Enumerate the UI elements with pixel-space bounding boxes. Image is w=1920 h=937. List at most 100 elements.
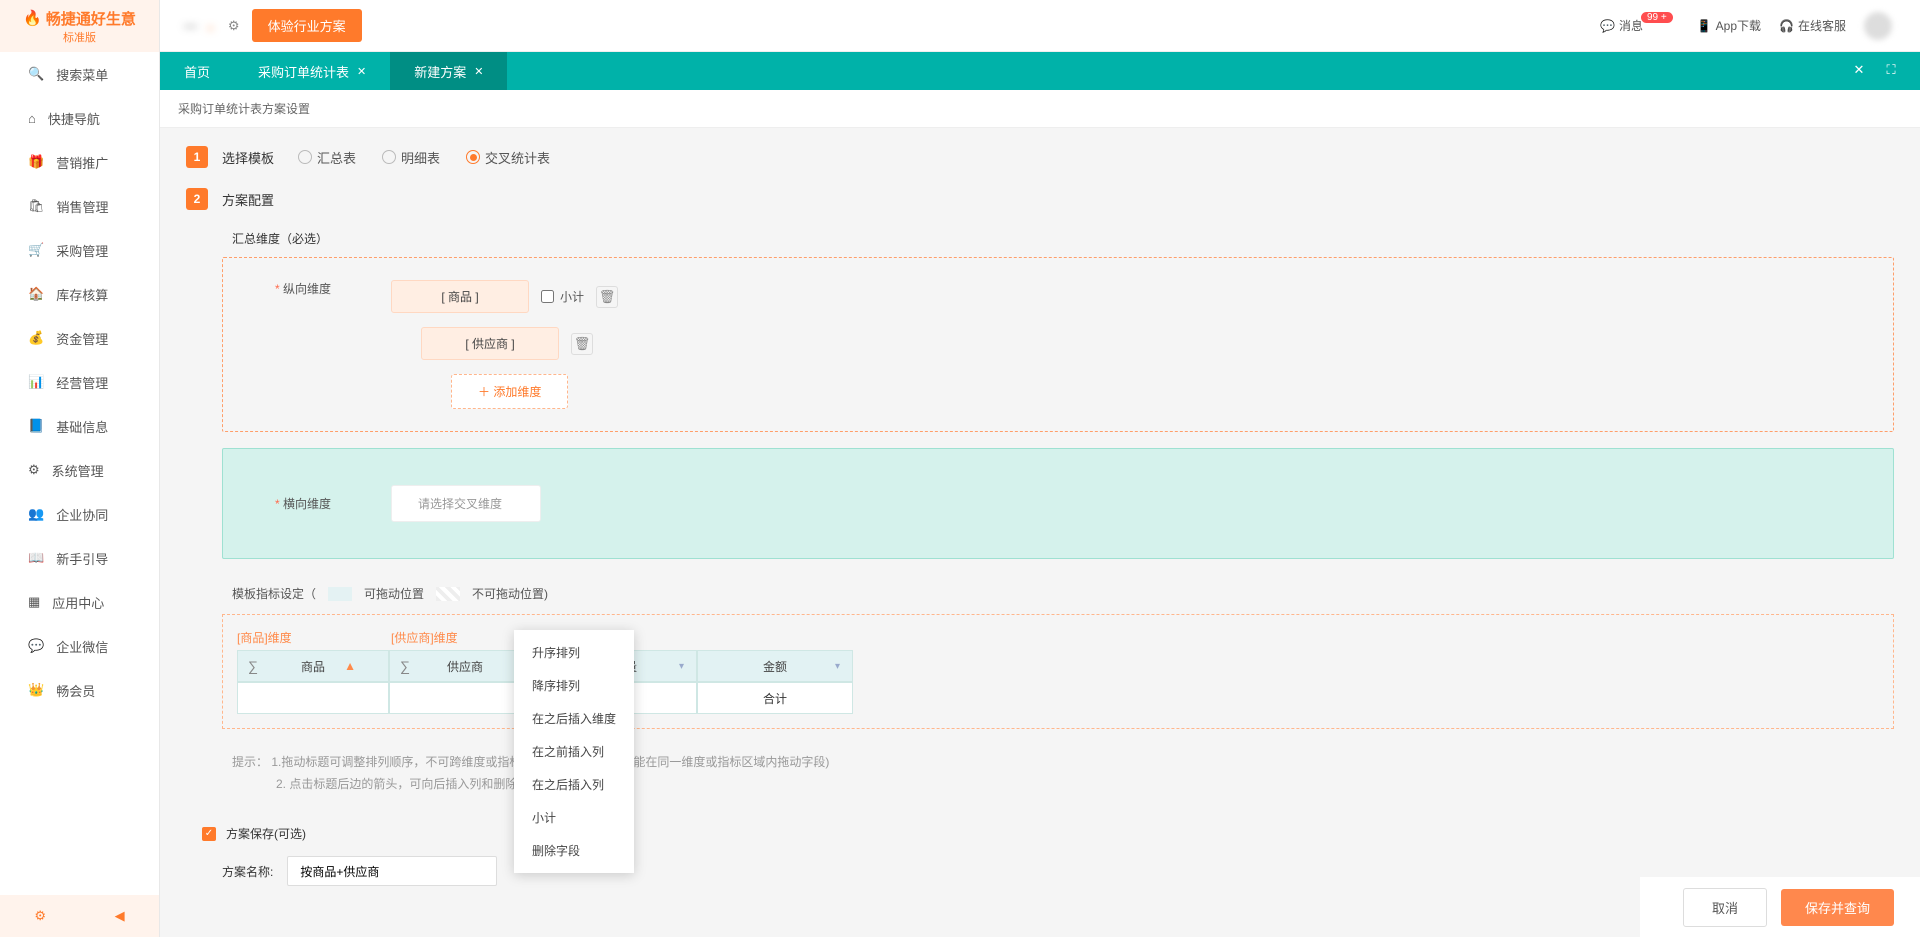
sidebar-item-7[interactable]: 📊经营管理	[0, 360, 159, 404]
sidebar-item-8[interactable]: 📘基础信息	[0, 404, 159, 448]
context-item-0[interactable]: 升序排列	[514, 636, 634, 669]
sidebar-item-12[interactable]: ▦应用中心	[0, 580, 159, 624]
fullscreen-icon[interactable]: ⛶	[1876, 55, 1906, 85]
search-icon: 🔍	[28, 66, 44, 82]
step-2-badge: 2	[186, 188, 208, 210]
horizontal-dimension-box: 横向维度 请选择交叉维度	[222, 448, 1894, 559]
sidebar-item-4[interactable]: 🛒采购管理	[0, 228, 159, 272]
legend: 模板指标设定（ 可拖动位置 不可拖动位置)	[232, 585, 1894, 602]
sidebar-item-14[interactable]: 👑畅会员	[0, 668, 159, 712]
app-download-link[interactable]: 📱App下载	[1697, 17, 1761, 34]
sidebar-item-label: 销售管理	[57, 197, 109, 216]
sidebar-item-6[interactable]: 💰资金管理	[0, 316, 159, 360]
dim-node-product[interactable]: [ 商品 ]	[391, 280, 529, 313]
cs-label: 在线客服	[1798, 17, 1846, 34]
sidebar-item-label: 搜索菜单	[56, 65, 108, 84]
brand-name: 畅捷通好生意	[46, 8, 136, 29]
sidebar-item-11[interactable]: 📖新手引导	[0, 536, 159, 580]
context-item-5[interactable]: 小计	[514, 801, 634, 834]
brand-edition: 标准版	[63, 29, 96, 45]
customer-service-link[interactable]: 🎧 在线客服	[1779, 17, 1846, 34]
close-icon[interactable]: ✕	[474, 65, 483, 78]
sidebar-item-label: 系统管理	[52, 461, 104, 480]
gear-icon[interactable]: ⚙	[228, 18, 240, 34]
subtotal-input[interactable]	[541, 290, 554, 303]
tab-1[interactable]: 采购订单统计表✕	[234, 52, 390, 90]
headset-icon: 🎧	[1779, 19, 1794, 33]
sidebar-item-10[interactable]: 👥企业协同	[0, 492, 159, 536]
summary-dim-title: 汇总维度（必选）	[222, 230, 1894, 247]
grid-head-product: [商品]维度	[237, 629, 389, 646]
radio-label: 交叉统计表	[485, 148, 550, 167]
context-item-6[interactable]: 删除字段	[514, 834, 634, 867]
vertical-dimension-box: 纵向维度 [ 商品 ] 小计 🗑 [ 供应商 ] 🗑 ＋ 添加维度	[222, 257, 1894, 432]
sidebar-item-label: 经营管理	[56, 373, 108, 392]
sidebar-item-label: 新手引导	[56, 549, 108, 568]
save-plan-checkbox[interactable]: ✓	[202, 827, 216, 841]
delete-node-button[interactable]: 🗑	[596, 286, 618, 308]
org-selector[interactable]: — ⌄	[184, 18, 216, 34]
sidebar-item-3[interactable]: 🛍销售管理	[0, 184, 159, 228]
breadcrumb: 采购订单统计表方案设置	[160, 90, 1920, 128]
col-supplier-label: 供应商	[447, 658, 483, 675]
context-item-1[interactable]: 降序排列	[514, 669, 634, 702]
collapse-icon[interactable]: ◀	[115, 908, 125, 924]
chevron-down-icon[interactable]: ▾	[679, 661, 684, 672]
experience-plan-button[interactable]: 体验行业方案	[252, 9, 362, 42]
sigma-icon: ∑	[248, 658, 258, 674]
column-context-menu[interactable]: 升序排列降序排列在之后插入维度在之前插入列在之后插入列小计删除字段	[514, 630, 634, 873]
sidebar-item-9[interactable]: ⚙系统管理	[0, 448, 159, 492]
sidebar-item-0[interactable]: 🔍 搜索菜单	[0, 52, 159, 96]
message-icon: 💬	[1600, 19, 1615, 33]
add-dimension-button[interactable]: ＋ 添加维度	[451, 374, 568, 409]
cross-dimension-selector[interactable]: 请选择交叉维度	[391, 485, 541, 522]
cancel-button[interactable]: 取消	[1683, 888, 1767, 927]
plan-name-input[interactable]	[287, 856, 497, 886]
sort-arrow-up-icon[interactable]: ▲	[344, 659, 356, 673]
chevron-down-icon[interactable]: ▾	[835, 661, 840, 672]
sidebar-item-label: 营销推广	[56, 153, 108, 172]
close-tabs-icon[interactable]: ✕	[1844, 55, 1874, 85]
close-icon[interactable]: ✕	[357, 65, 366, 78]
user-menu[interactable]	[1864, 12, 1896, 40]
subtotal-label: 小计	[560, 288, 584, 305]
tab-label: 首页	[184, 62, 210, 81]
legend-nondraggable-swatch	[436, 587, 460, 601]
step-1-title: 选择模板	[222, 148, 274, 167]
save-and-query-button[interactable]: 保存并查询	[1781, 889, 1894, 926]
sigma-icon: ∑	[400, 658, 410, 674]
tab-bar: 首页 采购订单统计表✕新建方案✕	[160, 52, 1920, 90]
dim-node-supplier[interactable]: [ 供应商 ]	[421, 327, 559, 360]
delete-node-button[interactable]: 🗑	[571, 333, 593, 355]
tab-2[interactable]: 新建方案✕	[390, 52, 507, 90]
sidebar-item-2[interactable]: 🎁营销推广	[0, 140, 159, 184]
sidebar-item-13[interactable]: 💬企业微信	[0, 624, 159, 668]
col-product[interactable]: ∑商品▲	[237, 650, 389, 682]
phone-icon: 📱	[1697, 19, 1712, 33]
sidebar-item-label: 库存核算	[56, 285, 108, 304]
col-amount[interactable]: 金额▾	[697, 650, 853, 682]
context-item-2[interactable]: 在之后插入维度	[514, 702, 634, 735]
avatar	[1864, 12, 1892, 40]
brand-logo[interactable]: 🔥畅捷通好生意 标准版	[0, 0, 159, 52]
org-name: —	[184, 18, 197, 33]
sidebar-item-label: 基础信息	[56, 417, 108, 436]
topbar: — ⌄ ⚙ 体验行业方案 💬消息99 + 📱App下载 🎧 在线客服	[160, 0, 1920, 52]
context-item-4[interactable]: 在之后插入列	[514, 768, 634, 801]
step-2-row: 2 方案配置	[186, 188, 1894, 210]
money-icon: 💰	[28, 330, 44, 346]
sidebar-item-label: 快捷导航	[48, 109, 100, 128]
subtotal-checkbox[interactable]: 小计	[541, 288, 584, 305]
radio-icon	[466, 150, 480, 164]
sidebar-item-5[interactable]: 🏠库存核算	[0, 272, 159, 316]
tab-0[interactable]: 首页	[160, 52, 234, 90]
template-radio-1[interactable]: 明细表	[382, 148, 440, 167]
template-radio-2[interactable]: 交叉统计表	[466, 148, 550, 167]
context-item-3[interactable]: 在之前插入列	[514, 735, 634, 768]
legend-draggable-label: 可拖动位置	[364, 585, 424, 602]
template-radio-0[interactable]: 汇总表	[298, 148, 356, 167]
legend-draggable-swatch	[328, 587, 352, 601]
sidebar-item-1[interactable]: ⌂快捷导航	[0, 96, 159, 140]
settings-icon[interactable]: ⚙	[34, 908, 46, 924]
message-link[interactable]: 💬消息99 +	[1600, 17, 1679, 34]
